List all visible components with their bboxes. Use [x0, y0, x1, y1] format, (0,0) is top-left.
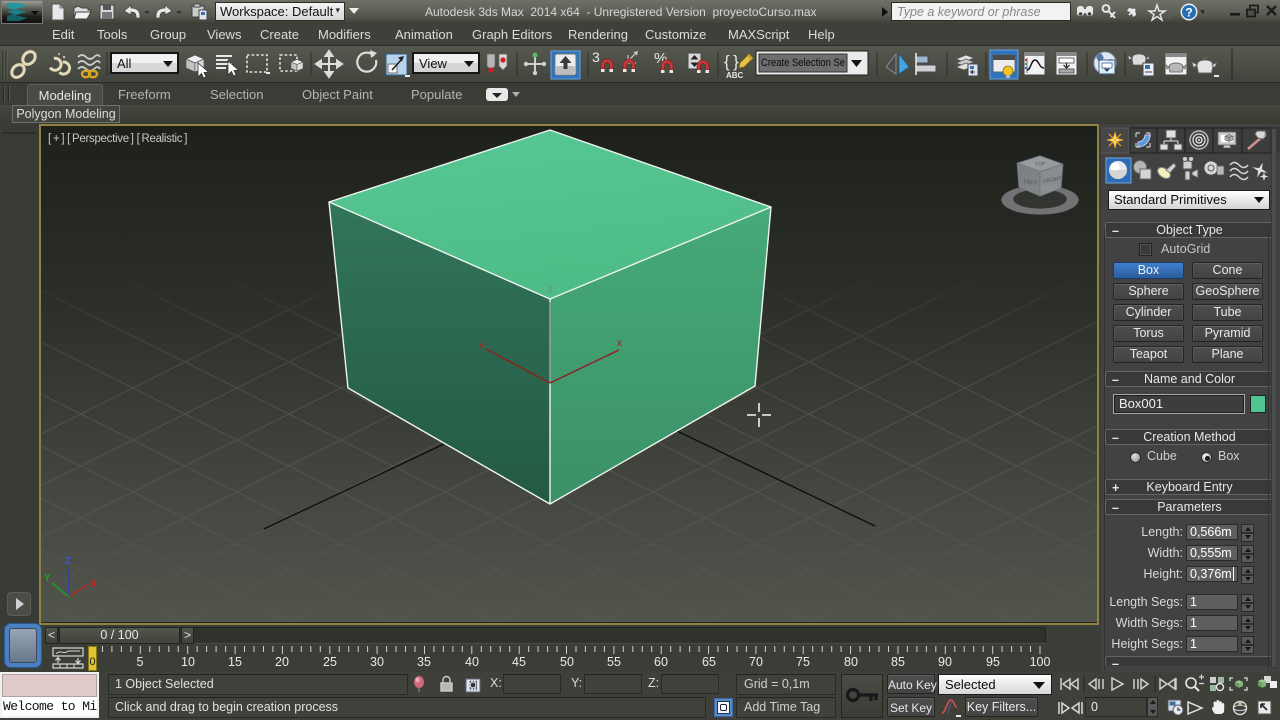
svg-text:{ }: { } — [724, 52, 739, 71]
svg-text:ABC: ABC — [726, 71, 744, 80]
svg-text:All: All — [117, 56, 132, 71]
svg-text:Y: Y — [44, 573, 51, 584]
svg-text:[ + ] [ Perspective ] [ Realis: [ + ] [ Perspective ] [ Realistic ] — [48, 133, 187, 145]
svg-text:3: 3 — [592, 49, 600, 65]
svg-text:y: y — [479, 340, 484, 351]
svg-text:TOP: TOP — [1035, 161, 1046, 168]
svg-text:Z: Z — [65, 556, 71, 567]
svg-text:X: X — [90, 579, 97, 590]
svg-text:x: x — [617, 338, 622, 349]
svg-text:View: View — [419, 56, 448, 71]
svg-text:?: ? — [1185, 6, 1192, 20]
svg-text:Create Selection Se: Create Selection Se — [761, 57, 845, 69]
svg-text:z: z — [548, 284, 553, 295]
svg-text:%: % — [654, 50, 667, 67]
